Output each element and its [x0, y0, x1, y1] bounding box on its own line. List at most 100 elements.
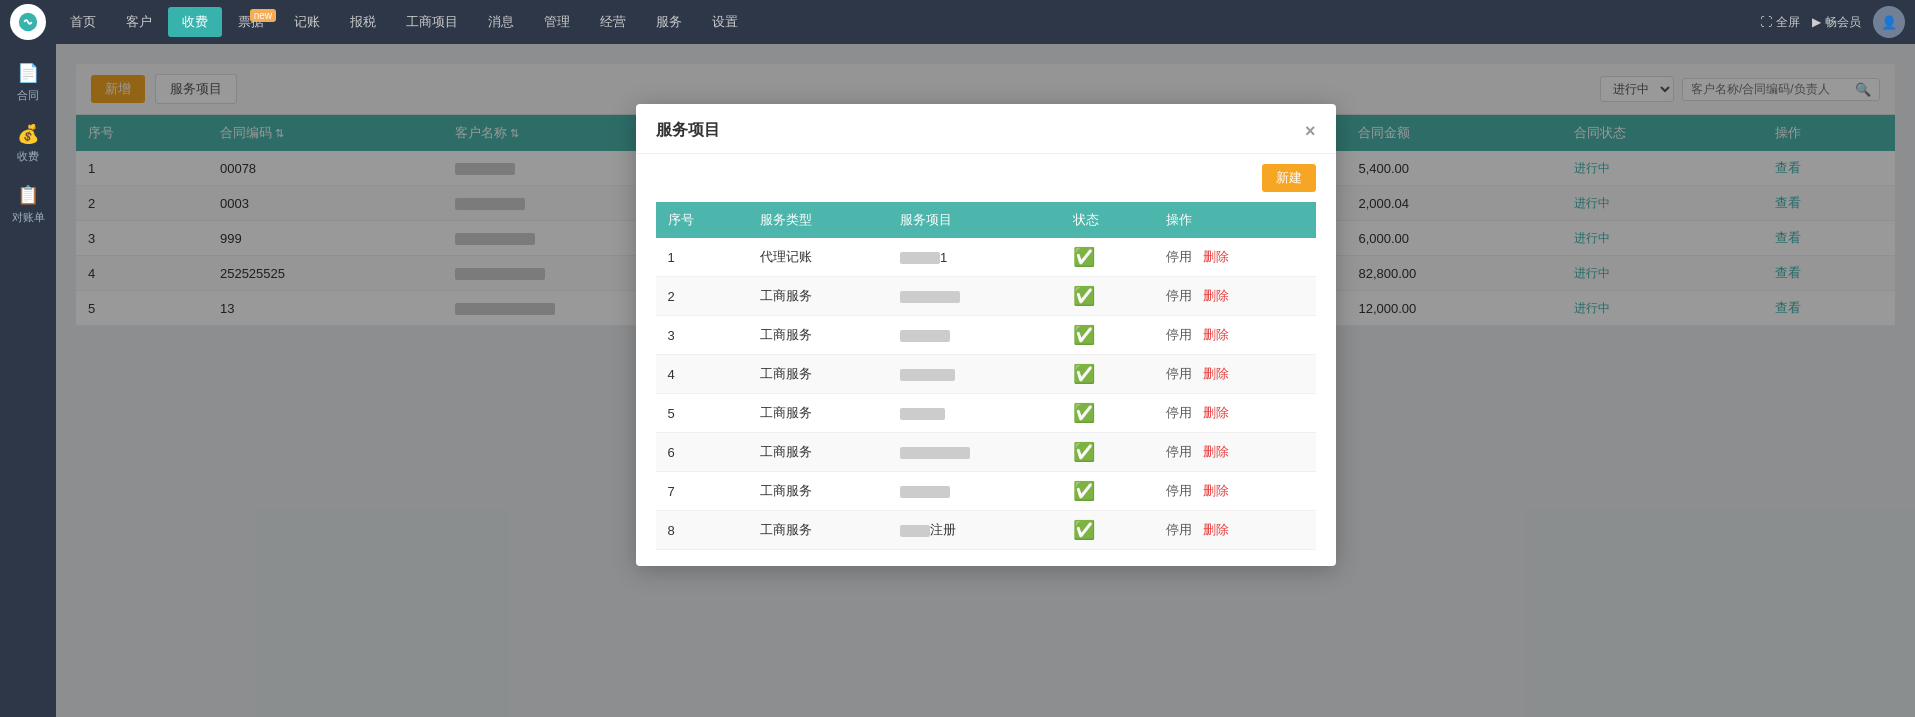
s-cell-action: 停用 删除 — [1154, 433, 1316, 472]
nav-invoice[interactable]: 票据 new — [224, 7, 278, 37]
sidebar-item-fee[interactable]: 💰 收费 — [3, 115, 53, 172]
s-cell-type: 工商服务 — [748, 394, 888, 433]
new-badge: new — [250, 9, 276, 22]
service-item-blurred — [900, 525, 930, 537]
main-layout: 📄 合同 💰 收费 📋 对账单 新增 服务项目 进行中 已终止 全部 — [0, 44, 1915, 717]
s-cell-no: 2 — [656, 277, 748, 316]
user-avatar[interactable]: 👤 — [1873, 6, 1905, 38]
s-cell-status: ✅ — [1061, 355, 1153, 394]
s-cell-status: ✅ — [1061, 394, 1153, 433]
s-cell-no: 4 — [656, 355, 748, 394]
contract-icon: 📄 — [17, 62, 39, 84]
s-cell-item — [888, 472, 1061, 511]
service-table-header: 序号 服务类型 服务项目 状态 操作 — [656, 202, 1316, 238]
status-check-icon: ✅ — [1073, 325, 1095, 345]
stop-button[interactable]: 停用 — [1166, 366, 1192, 381]
s-cell-action: 停用 删除 — [1154, 277, 1316, 316]
s-cell-type: 工商服务 — [748, 277, 888, 316]
s-cell-status: ✅ — [1061, 238, 1153, 277]
member-button[interactable]: ▶ 畅会员 — [1812, 14, 1861, 31]
modal-overlay[interactable]: 服务项目 × 新建 序号 服务类型 服务项目 状态 — [56, 44, 1915, 717]
s-cell-status: ✅ — [1061, 316, 1153, 355]
service-table-row: 6 工商服务 ✅ 停用 删除 — [656, 433, 1316, 472]
s-cell-action: 停用 删除 — [1154, 472, 1316, 511]
service-table-body: 1 代理记账 1 ✅ 停用 删除 2 工商服务 ✅ 停用 删除 3 工商服务 ✅… — [656, 238, 1316, 550]
stop-button[interactable]: 停用 — [1166, 288, 1192, 303]
s-cell-status: ✅ — [1061, 277, 1153, 316]
s-cell-item — [888, 316, 1061, 355]
status-check-icon: ✅ — [1073, 520, 1095, 540]
s-cell-item — [888, 433, 1061, 472]
service-table-row: 1 代理记账 1 ✅ 停用 删除 — [656, 238, 1316, 277]
s-cell-no: 3 — [656, 316, 748, 355]
nav-industrial[interactable]: 工商项目 — [392, 7, 472, 37]
service-table-row: 7 工商服务 ✅ 停用 删除 — [656, 472, 1316, 511]
sidebar: 📄 合同 💰 收费 📋 对账单 — [0, 44, 56, 717]
delete-button[interactable]: 删除 — [1203, 249, 1229, 264]
nav-client[interactable]: 客户 — [112, 7, 166, 37]
service-table-row: 5 工商服务 ✅ 停用 删除 — [656, 394, 1316, 433]
delete-button[interactable]: 删除 — [1203, 288, 1229, 303]
s-cell-type: 工商服务 — [748, 316, 888, 355]
nav-operation[interactable]: 经营 — [586, 7, 640, 37]
delete-button[interactable]: 删除 — [1203, 483, 1229, 498]
s-cell-item — [888, 394, 1061, 433]
nav-tax[interactable]: 报税 — [336, 7, 390, 37]
s-col-status: 状态 — [1061, 202, 1153, 238]
fullscreen-icon: ⛶ — [1760, 15, 1772, 29]
stop-button[interactable]: 停用 — [1166, 405, 1192, 420]
stop-button[interactable]: 停用 — [1166, 522, 1192, 537]
fee-icon: 💰 — [17, 123, 39, 145]
nav-settings[interactable]: 设置 — [698, 7, 752, 37]
stop-button[interactable]: 停用 — [1166, 249, 1192, 264]
s-cell-type: 工商服务 — [748, 433, 888, 472]
dialog-new-button[interactable]: 新建 — [1262, 164, 1316, 192]
content-area: 新增 服务项目 进行中 已终止 全部 🔍 — [56, 44, 1915, 717]
reconcile-icon: 📋 — [17, 184, 39, 206]
s-cell-type: 工商服务 — [748, 511, 888, 550]
stop-button[interactable]: 停用 — [1166, 483, 1192, 498]
nav-manage[interactable]: 管理 — [530, 7, 584, 37]
dialog-close-button[interactable]: × — [1305, 122, 1316, 140]
s-cell-item — [888, 277, 1061, 316]
s-cell-action: 停用 删除 — [1154, 238, 1316, 277]
s-col-item: 服务项目 — [888, 202, 1061, 238]
sidebar-fee-label: 收费 — [17, 149, 39, 164]
status-check-icon: ✅ — [1073, 403, 1095, 423]
stop-button[interactable]: 停用 — [1166, 444, 1192, 459]
s-cell-item: 注册 — [888, 511, 1061, 550]
service-item-blurred — [900, 486, 950, 498]
service-item-blurred — [900, 369, 955, 381]
nav-message[interactable]: 消息 — [474, 7, 528, 37]
service-dialog: 服务项目 × 新建 序号 服务类型 服务项目 状态 — [636, 104, 1336, 566]
s-cell-type: 工商服务 — [748, 472, 888, 511]
delete-button[interactable]: 删除 — [1203, 444, 1229, 459]
sidebar-item-contract[interactable]: 📄 合同 — [3, 54, 53, 111]
s-cell-action: 停用 删除 — [1154, 511, 1316, 550]
status-check-icon: ✅ — [1073, 364, 1095, 384]
service-table-row: 8 工商服务 注册 ✅ 停用 删除 — [656, 511, 1316, 550]
s-col-action: 操作 — [1154, 202, 1316, 238]
sidebar-reconcile-label: 对账单 — [12, 210, 45, 225]
service-item-blurred — [900, 447, 970, 459]
service-table-row: 2 工商服务 ✅ 停用 删除 — [656, 277, 1316, 316]
sidebar-item-reconcile[interactable]: 📋 对账单 — [3, 176, 53, 233]
top-navigation: 首页 客户 收费 票据 new 记账 报税 工商项目 消息 管理 经营 服务 设… — [0, 0, 1915, 44]
nav-service[interactable]: 服务 — [642, 7, 696, 37]
delete-button[interactable]: 删除 — [1203, 522, 1229, 537]
fullscreen-button[interactable]: ⛶ 全屏 — [1760, 14, 1800, 31]
nav-bookkeeping[interactable]: 记账 — [280, 7, 334, 37]
app-logo[interactable] — [10, 4, 46, 40]
delete-button[interactable]: 删除 — [1203, 366, 1229, 381]
nav-home[interactable]: 首页 — [56, 7, 110, 37]
dialog-body[interactable]: 序号 服务类型 服务项目 状态 操作 1 代理记账 1 ✅ — [636, 202, 1336, 566]
s-cell-status: ✅ — [1061, 511, 1153, 550]
nav-fee[interactable]: 收费 — [168, 7, 222, 37]
stop-button[interactable]: 停用 — [1166, 327, 1192, 342]
delete-button[interactable]: 删除 — [1203, 327, 1229, 342]
delete-button[interactable]: 删除 — [1203, 405, 1229, 420]
dialog-header: 服务项目 × — [636, 104, 1336, 154]
s-cell-type: 工商服务 — [748, 355, 888, 394]
status-check-icon: ✅ — [1073, 247, 1095, 267]
status-check-icon: ✅ — [1073, 442, 1095, 462]
